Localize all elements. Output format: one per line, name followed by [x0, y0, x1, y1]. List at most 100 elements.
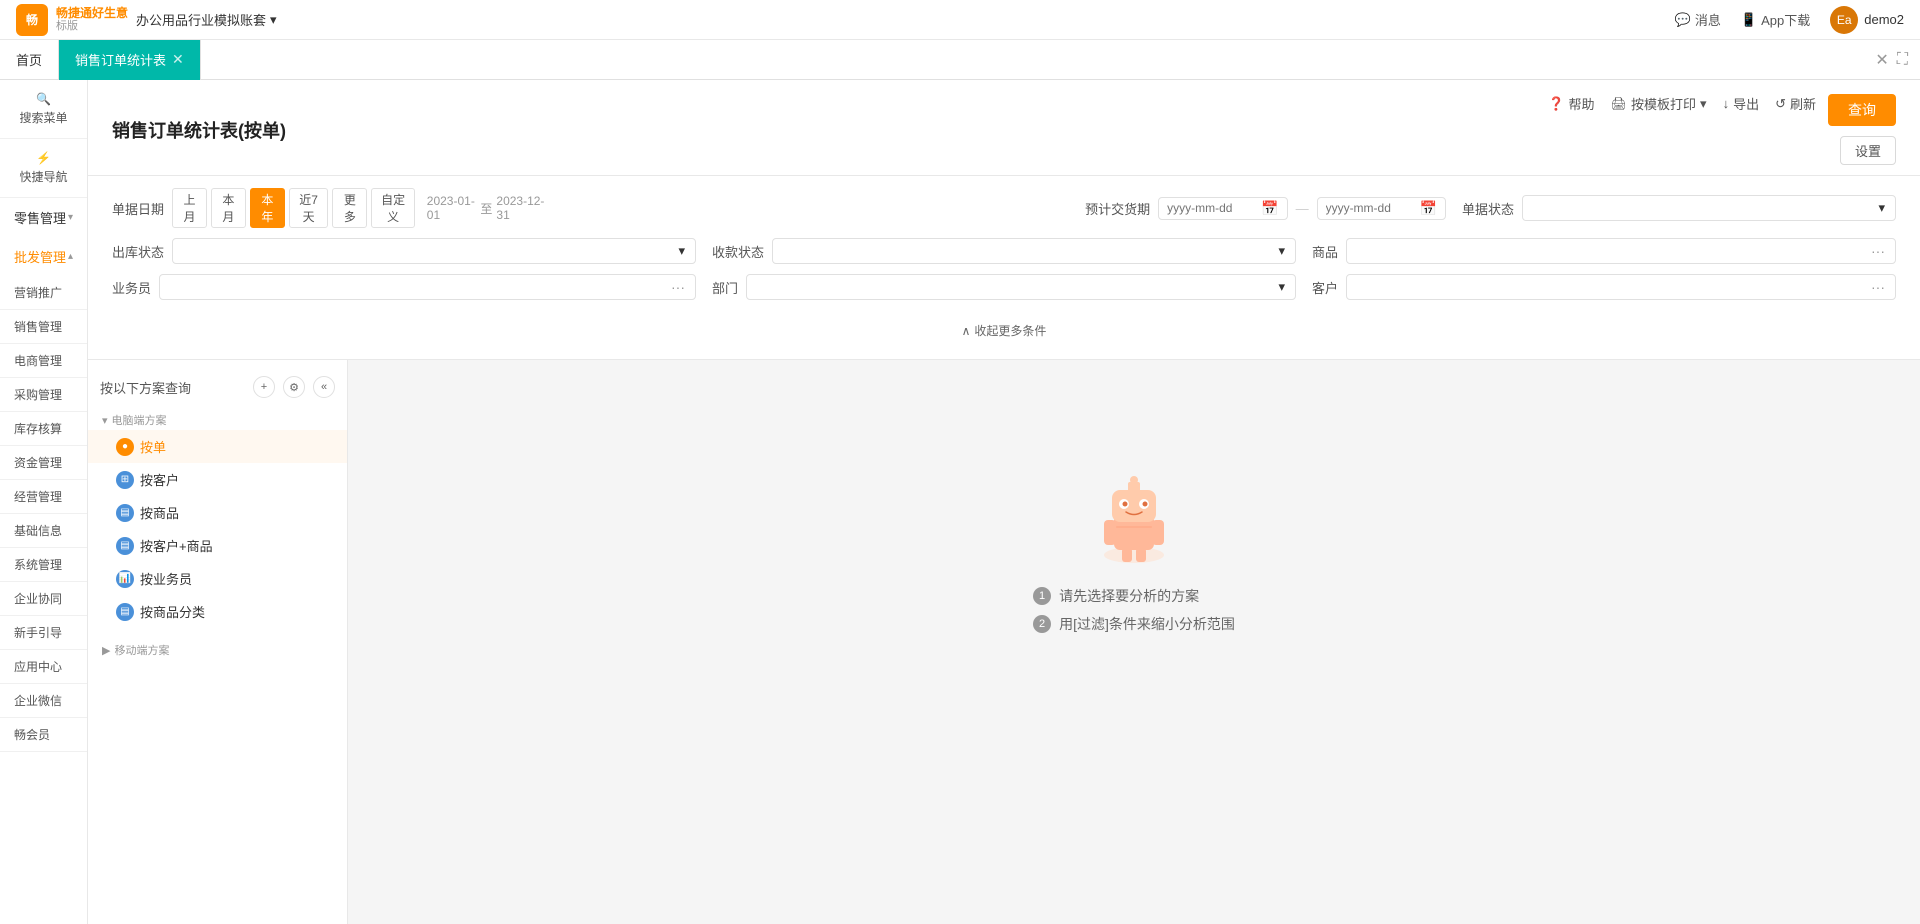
- tab-window-actions: ✕ ⛶: [1875, 50, 1920, 70]
- tree-item-by-category[interactable]: ▤ 按商品分类: [88, 595, 347, 628]
- department-group: 部门 ▾: [712, 274, 1296, 300]
- topbar: 畅 畅捷通好生意 标版 办公用品行业模拟账套 ▾ 💬 消息 📱 App下载 Ea…: [0, 0, 1920, 40]
- expected-date-group: 预计交货期 📅 — 📅: [1012, 197, 1446, 220]
- sidebar-item-retail[interactable]: 零售管理 ▾: [0, 198, 87, 237]
- sidebar-item-collab[interactable]: 企业协同: [0, 582, 87, 616]
- sidebar-item-apps[interactable]: 应用中心: [0, 650, 87, 684]
- ship-status-group: 出库状态 ▾: [112, 238, 696, 264]
- add-scheme-btn[interactable]: +: [253, 376, 275, 398]
- sidebar-item-system[interactable]: 系统管理: [0, 548, 87, 582]
- department-select[interactable]: ▾: [746, 274, 1296, 300]
- sidebar-item-operations[interactable]: 经营管理: [0, 480, 87, 514]
- date-range-display: 2023-01-01 至 2023-12-31: [427, 194, 546, 222]
- sidebar-item-basics[interactable]: 基础信息: [0, 514, 87, 548]
- query-set-buttons: 查询 设置: [1828, 94, 1896, 165]
- maximize-icon[interactable]: ⛶: [1897, 51, 1908, 69]
- topbar-right: 💬 消息 📱 App下载 Ea demo2: [1675, 6, 1904, 34]
- message-btn[interactable]: 💬 消息: [1675, 10, 1721, 29]
- sidebar-item-wechat[interactable]: 企业微信: [0, 684, 87, 718]
- more-btn[interactable]: 更多: [332, 188, 367, 228]
- query-button[interactable]: 查询: [1828, 94, 1896, 126]
- refresh-btn[interactable]: ↺ 刷新: [1775, 94, 1816, 113]
- calendar-start-icon: 📅: [1261, 200, 1278, 217]
- left-panel: 按以下方案查询 + ⚙ « ▾ 电脑端方案 ● 按单 ⊞: [88, 360, 348, 924]
- pay-status-group: 收款状态 ▾: [712, 238, 1296, 264]
- print-btn[interactable]: 🖨 按模板打印 ▾: [1611, 94, 1707, 113]
- collapse-button[interactable]: ∧ 收起更多条件: [946, 314, 1063, 347]
- expected-date-end-input[interactable]: 📅: [1317, 197, 1446, 220]
- expected-end-field[interactable]: [1326, 201, 1416, 215]
- close-window-icon[interactable]: ✕: [1875, 50, 1888, 70]
- sidebar: 🔍 搜索菜单 ⚡ 快捷导航 零售管理 ▾ 批发管理 ▴ 营销推广 销售管理 电商…: [0, 80, 88, 924]
- right-content: 1 请先选择要分析的方案 2 用[过滤]条件来缩小分析范围: [348, 360, 1920, 924]
- sidebar-item-wholesale[interactable]: 批发管理 ▴: [0, 237, 87, 276]
- date-label: 单据日期: [112, 199, 164, 218]
- this-year-btn[interactable]: 本年: [250, 188, 285, 228]
- tree-item-by-customer-goods[interactable]: ▤ 按客户+商品: [88, 529, 347, 562]
- set-button[interactable]: 设置: [1840, 136, 1896, 165]
- more-dots-icon: ···: [1871, 243, 1885, 259]
- tree-category-pc[interactable]: ▾ 电脑端方案: [88, 406, 347, 430]
- salesperson-group: 业务员 ···: [112, 274, 696, 300]
- this-month-btn[interactable]: 本月: [211, 188, 246, 228]
- last-month-btn[interactable]: 上月: [172, 188, 207, 228]
- custom-btn[interactable]: 自定义: [371, 188, 414, 228]
- page-header-actions: ❓ 帮助 🖨 按模板打印 ▾ ↓ 导出 ↺ 刷新: [1548, 94, 1896, 165]
- topbar-left: 畅 畅捷通好生意 标版 办公用品行业模拟账套 ▾: [16, 4, 277, 36]
- tab-home[interactable]: 首页: [0, 40, 59, 80]
- doc-status-group: 单据状态 ▾: [1462, 195, 1896, 221]
- help-btn[interactable]: ❓ 帮助: [1548, 94, 1594, 113]
- department-label: 部门: [712, 278, 738, 297]
- expected-start-field[interactable]: [1167, 201, 1257, 215]
- sidebar-item-marketing[interactable]: 营销推广: [0, 276, 87, 310]
- tree-category-mobile[interactable]: ▶ 移动端方案: [88, 636, 347, 660]
- doc-status-select[interactable]: ▾: [1522, 195, 1896, 221]
- expand-icon: ▾: [102, 414, 108, 427]
- sidebar-item-inventory[interactable]: 库存核算: [0, 412, 87, 446]
- tree-item-by-goods[interactable]: ▤ 按商品: [88, 496, 347, 529]
- sidebar-item-guide[interactable]: 新手引导: [0, 616, 87, 650]
- chevron-down-icon: ▾: [68, 212, 73, 223]
- sidebar-search[interactable]: 🔍 搜索菜单: [0, 80, 87, 139]
- customer-select[interactable]: ···: [1346, 274, 1896, 300]
- print-dropdown-icon: ▾: [1700, 96, 1707, 112]
- sidebar-item-members[interactable]: 畅会员: [0, 718, 87, 752]
- goods-select[interactable]: ···: [1346, 238, 1896, 264]
- chevron-up-icon: ▴: [68, 251, 73, 262]
- sidebar-quick-nav[interactable]: ⚡ 快捷导航: [0, 139, 87, 198]
- tabbar: 首页 销售订单统计表 ✕ ✕ ⛶: [0, 40, 1920, 80]
- settings-scheme-btn[interactable]: ⚙: [283, 376, 305, 398]
- tree-item-by-customer[interactable]: ⊞ 按客户: [88, 463, 347, 496]
- tree-item-by-order[interactable]: ● 按单: [88, 430, 347, 463]
- empty-step-1: 1 请先选择要分析的方案: [1033, 586, 1235, 606]
- goods-label: 商品: [1312, 242, 1338, 261]
- user-area[interactable]: Ea demo2: [1830, 6, 1904, 34]
- filter-area: 单据日期 上月 本月 本年 近7天 更多 自定义 2023-01-01 至 20…: [88, 176, 1920, 360]
- tree-item-by-salesperson[interactable]: 📊 按业务员: [88, 562, 347, 595]
- goods-group: 商品 ···: [1312, 238, 1896, 264]
- sidebar-item-finance[interactable]: 资金管理: [0, 446, 87, 480]
- export-btn[interactable]: ↓ 导出: [1723, 94, 1760, 113]
- page-header: 销售订单统计表(按单) ❓ 帮助 🖨 按模板打印 ▾ ↓ 导出: [88, 80, 1920, 176]
- pay-status-select[interactable]: ▾: [772, 238, 1296, 264]
- nav-icon: ⚡: [36, 151, 51, 165]
- sidebar-item-sales[interactable]: 销售管理: [0, 310, 87, 344]
- export-icon: ↓: [1723, 96, 1730, 111]
- collapse-panel-btn[interactable]: «: [313, 376, 335, 398]
- expected-date-start-input[interactable]: 📅: [1158, 197, 1287, 220]
- by-category-icon: ▤: [116, 603, 134, 621]
- tab-close-icon[interactable]: ✕: [172, 51, 184, 68]
- sidebar-item-purchase[interactable]: 采购管理: [0, 378, 87, 412]
- more-dots-icon: ···: [1871, 279, 1885, 295]
- account-dropdown[interactable]: 办公用品行业模拟账套 ▾: [136, 10, 277, 29]
- by-customer-icon: ⊞: [116, 471, 134, 489]
- tab-sales-order[interactable]: 销售订单统计表 ✕: [59, 40, 201, 80]
- salesperson-select[interactable]: ···: [159, 274, 696, 300]
- last-7-days-btn[interactable]: 近7天: [289, 188, 329, 228]
- sidebar-item-ecommerce[interactable]: 电商管理: [0, 344, 87, 378]
- ship-status-select[interactable]: ▾: [172, 238, 696, 264]
- username-label: demo2: [1864, 12, 1904, 27]
- chevron-down-icon: ▾: [1278, 243, 1285, 259]
- chevron-up-icon: ∧: [962, 324, 971, 338]
- app-download-btn[interactable]: 📱 App下载: [1741, 10, 1810, 29]
